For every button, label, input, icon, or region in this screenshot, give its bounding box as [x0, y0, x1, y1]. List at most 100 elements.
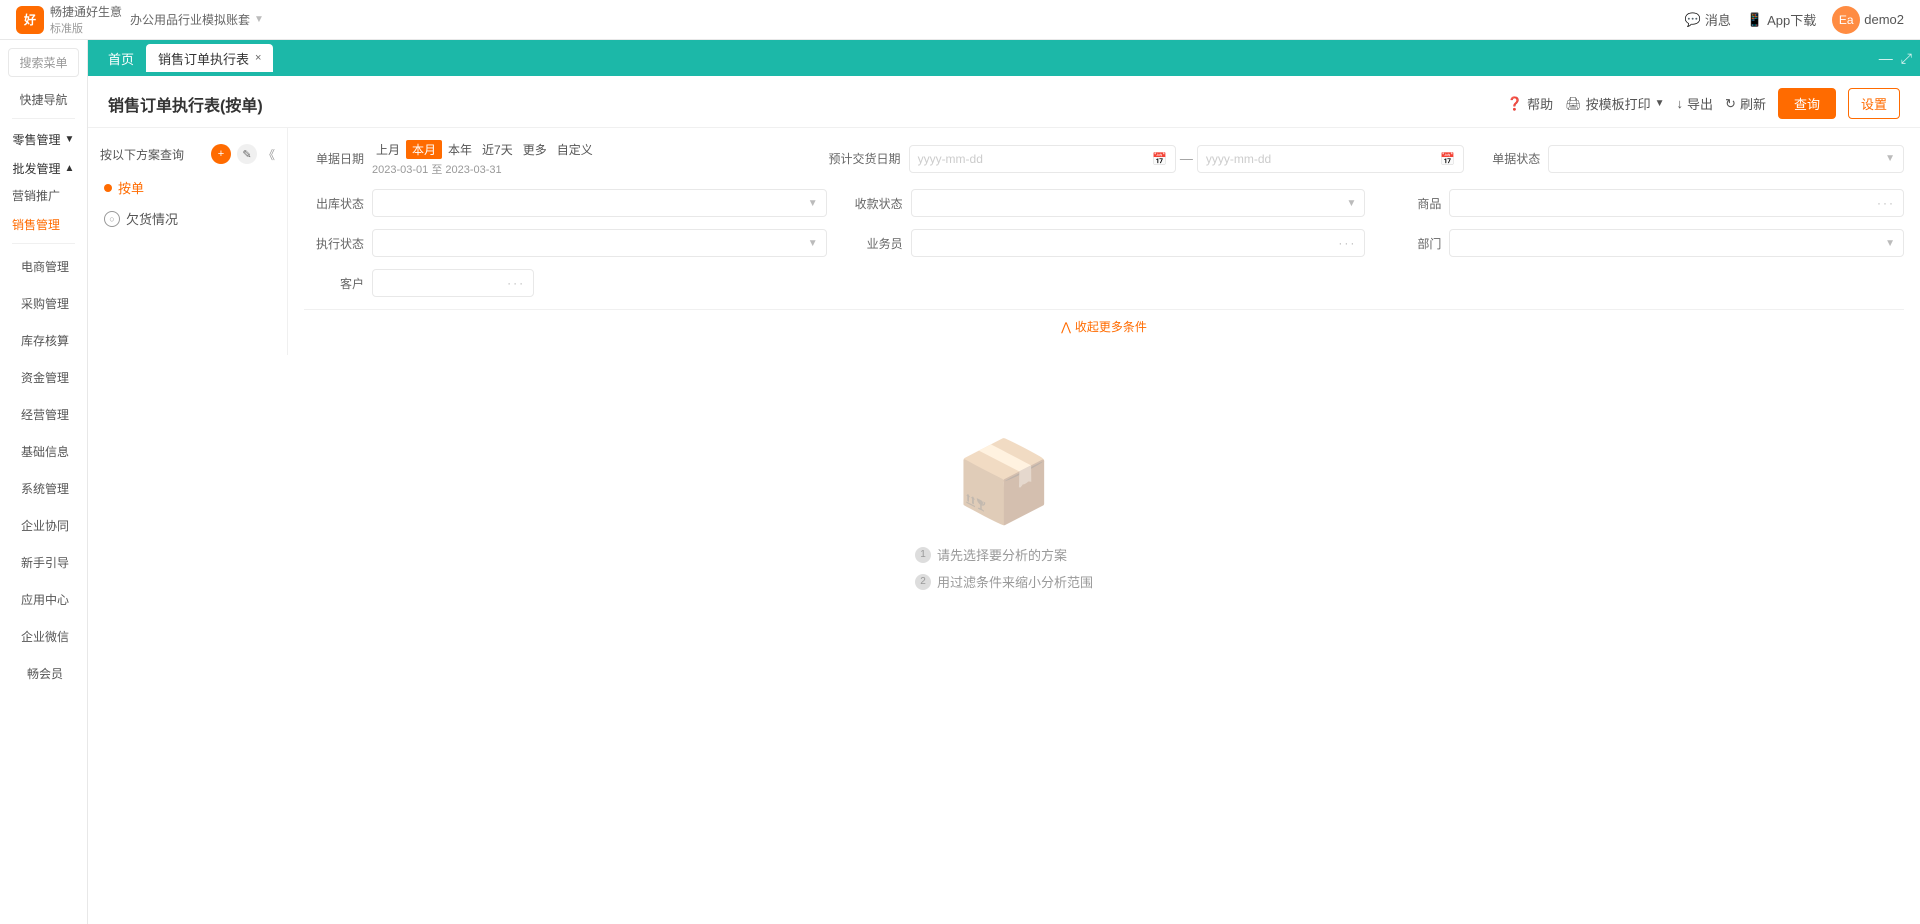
- filter-row-3: 执行状态 ▼ 业务员 ··· 部门: [304, 229, 1904, 257]
- export-icon: ↓: [1677, 96, 1684, 111]
- sidebar-item-sales[interactable]: 销售管理: [0, 210, 87, 239]
- scheme-item-by-order[interactable]: 按单: [88, 172, 287, 203]
- sidebar-item-member[interactable]: 畅会员: [0, 655, 87, 692]
- filter-panel: 按以下方案查询 + ✎ 《 按单 ○ 欠货情况: [88, 128, 1920, 355]
- sidebar-item-operations[interactable]: 经营管理: [0, 396, 87, 433]
- dept-label: 部门: [1381, 235, 1441, 252]
- tab-sales-order[interactable]: 销售订单执行表 ×: [146, 44, 273, 72]
- chevron-down-icon-3: ▼: [1346, 198, 1356, 209]
- empty-tips: 1 请先选择要分析的方案 2 用过滤条件来缩小分析范围: [915, 545, 1093, 591]
- date-tab-more[interactable]: 更多: [519, 140, 551, 159]
- sidebar-item-enterprise-wechat[interactable]: 企业微信: [0, 618, 87, 655]
- divider: [12, 118, 75, 119]
- top-bar-left: 好 畅捷通好生意 标准版 办公用品行业模拟账套 ▼: [16, 3, 264, 36]
- scheme-item-shortage[interactable]: ○ 欠货情况: [88, 203, 287, 234]
- salesman-dots-icon: ···: [1338, 236, 1356, 250]
- out-status-select[interactable]: ▼: [372, 189, 827, 217]
- sidebar-item-inventory[interactable]: 库存核算: [0, 322, 87, 359]
- chevron-down-icon: ▼: [1885, 153, 1895, 164]
- empty-state: 📦 1 请先选择要分析的方案 2 用过滤条件来缩小分析范围: [88, 355, 1920, 671]
- scheme-edit-button[interactable]: ✎: [237, 144, 257, 164]
- expected-date-label: 预计交货日期: [829, 150, 901, 167]
- sidebar-item-app-center[interactable]: 应用中心: [0, 581, 87, 618]
- sidebar-item-wholesale[interactable]: 批发管理 ▲: [0, 152, 87, 181]
- help-icon: ❓: [1507, 96, 1523, 112]
- sidebar-item-quicknav[interactable]: 快捷导航: [0, 85, 87, 114]
- main-content: 销售订单执行表(按单) ❓ 帮助 🖨 按模板打印 ▼ ↓ 导出 ↻ 刷新: [88, 76, 1920, 924]
- sidebar-item-cooperation[interactable]: 企业协同: [0, 507, 87, 544]
- sidebar-item-base[interactable]: 基础信息: [0, 433, 87, 470]
- status-select[interactable]: ▼: [1548, 145, 1904, 173]
- search-menu-button[interactable]: 搜索菜单: [8, 48, 79, 77]
- query-button[interactable]: 查询: [1778, 88, 1836, 119]
- tab-close-icon[interactable]: ×: [255, 52, 261, 64]
- sidebar-item-ecommerce[interactable]: 电商管理: [0, 248, 87, 285]
- date-tab-thismonth[interactable]: 本月: [406, 140, 442, 159]
- top-bar: 好 畅捷通好生意 标准版 办公用品行业模拟账套 ▼ 💬 消息 📱 App下载 E…: [0, 0, 1920, 40]
- date-tab-lastmonth[interactable]: 上月: [372, 140, 404, 159]
- print-button[interactable]: 🖨 按模板打印 ▼: [1565, 94, 1664, 113]
- breadcrumb[interactable]: 办公用品行业模拟账套 ▼: [130, 11, 264, 28]
- refresh-button[interactable]: ↻ 刷新: [1725, 94, 1766, 113]
- sidebar-item-finance[interactable]: 资金管理: [0, 359, 87, 396]
- app-download-button[interactable]: 📱 App下载: [1747, 10, 1816, 29]
- settings-button[interactable]: 设置: [1848, 88, 1900, 119]
- page-actions: ❓ 帮助 🖨 按模板打印 ▼ ↓ 导出 ↻ 刷新 查询 设置: [1507, 88, 1900, 119]
- maximize-icon[interactable]: ⤢: [1901, 50, 1912, 67]
- date-tab-thisyear[interactable]: 本年: [444, 140, 476, 159]
- logo-text: 畅捷通好生意 标准版: [50, 3, 122, 36]
- export-button[interactable]: ↓ 导出: [1677, 94, 1714, 113]
- date-tab-custom[interactable]: 自定义: [553, 140, 597, 159]
- message-icon: 💬: [1685, 12, 1701, 28]
- empty-tip-1: 1 请先选择要分析的方案: [915, 545, 1093, 564]
- goods-input[interactable]: ···: [1449, 189, 1904, 217]
- page-title: 销售订单执行表(按单): [108, 92, 263, 116]
- tab-bar: 首页 销售订单执行表 × — ⤢: [88, 40, 1920, 76]
- sidebar-item-newbie[interactable]: 新手引导: [0, 544, 87, 581]
- receive-status-select[interactable]: ▼: [911, 189, 1366, 217]
- date-range-text: 2023-03-01 至 2023-03-31: [372, 161, 813, 177]
- scheme-add-button[interactable]: +: [211, 144, 231, 164]
- filter-goods: 商品 ···: [1381, 189, 1904, 217]
- user-menu[interactable]: Ea demo2: [1832, 6, 1904, 34]
- minimize-icon[interactable]: —: [1879, 50, 1893, 66]
- divider2: [12, 243, 75, 244]
- date-tabs: 上月 本月 本年 近7天 更多 自定义: [372, 140, 813, 159]
- date-tab-7days[interactable]: 近7天: [478, 140, 517, 159]
- empty-tip-2: 2 用过滤条件来缩小分析范围: [915, 572, 1093, 591]
- exec-status-select[interactable]: ▼: [372, 229, 827, 257]
- message-button[interactable]: 💬 消息: [1685, 10, 1731, 29]
- sidebar: 搜索菜单 快捷导航 零售管理 ▼ 批发管理 ▲ 营销推广 销售管理 电商管理 采…: [0, 40, 88, 924]
- collapse-filters-button[interactable]: ⋀ 收起更多条件: [304, 309, 1904, 343]
- logo-area: 好 畅捷通好生意 标准版: [16, 3, 122, 36]
- avatar: Ea: [1832, 6, 1860, 34]
- help-button[interactable]: ❓ 帮助: [1507, 94, 1553, 113]
- sidebar-item-marketing[interactable]: 营销推广: [0, 181, 87, 210]
- top-bar-right: 💬 消息 📱 App下载 Ea demo2: [1685, 6, 1904, 34]
- out-status-label: 出库状态: [304, 195, 364, 212]
- dept-select[interactable]: ▼: [1449, 229, 1904, 257]
- sidebar-item-retail[interactable]: 零售管理 ▼: [0, 123, 87, 152]
- scheme-collapse-button[interactable]: 《: [263, 146, 275, 163]
- expected-date-start[interactable]: yyyy-mm-dd 📅: [909, 145, 1176, 173]
- chevron-up-icon: ▲: [65, 163, 75, 174]
- date-label: 单据日期: [304, 150, 364, 167]
- expected-date-end[interactable]: yyyy-mm-dd 📅: [1197, 145, 1464, 173]
- page-container: 销售订单执行表(按单) ❓ 帮助 🖨 按模板打印 ▼ ↓ 导出 ↻ 刷新: [88, 76, 1920, 924]
- filter-row-2: 出库状态 ▼ 收款状态 ▼ 商品: [304, 189, 1904, 217]
- salesman-input[interactable]: ···: [911, 229, 1366, 257]
- sidebar-item-purchase[interactable]: 采购管理: [0, 285, 87, 322]
- filter-salesman: 业务员 ···: [843, 229, 1366, 257]
- sidebar-item-system[interactable]: 系统管理: [0, 470, 87, 507]
- tab-home[interactable]: 首页: [96, 44, 146, 72]
- refresh-icon: ↻: [1725, 96, 1736, 112]
- filter-row-4: 客户 ···: [304, 269, 1904, 297]
- customer-input[interactable]: ···: [372, 269, 534, 297]
- status-label: 单据状态: [1480, 150, 1540, 167]
- dots-icon: ···: [1877, 196, 1895, 210]
- filter-exec-status: 执行状态 ▼: [304, 229, 827, 257]
- scheme-tools: + ✎ 《: [211, 144, 275, 164]
- customer-dots-icon: ···: [507, 276, 525, 290]
- filters-main: 单据日期 上月 本月 本年 近7天 更多 自定义 2023-03-01 至 20…: [288, 128, 1920, 355]
- print-arrow-icon: ▼: [1655, 98, 1665, 109]
